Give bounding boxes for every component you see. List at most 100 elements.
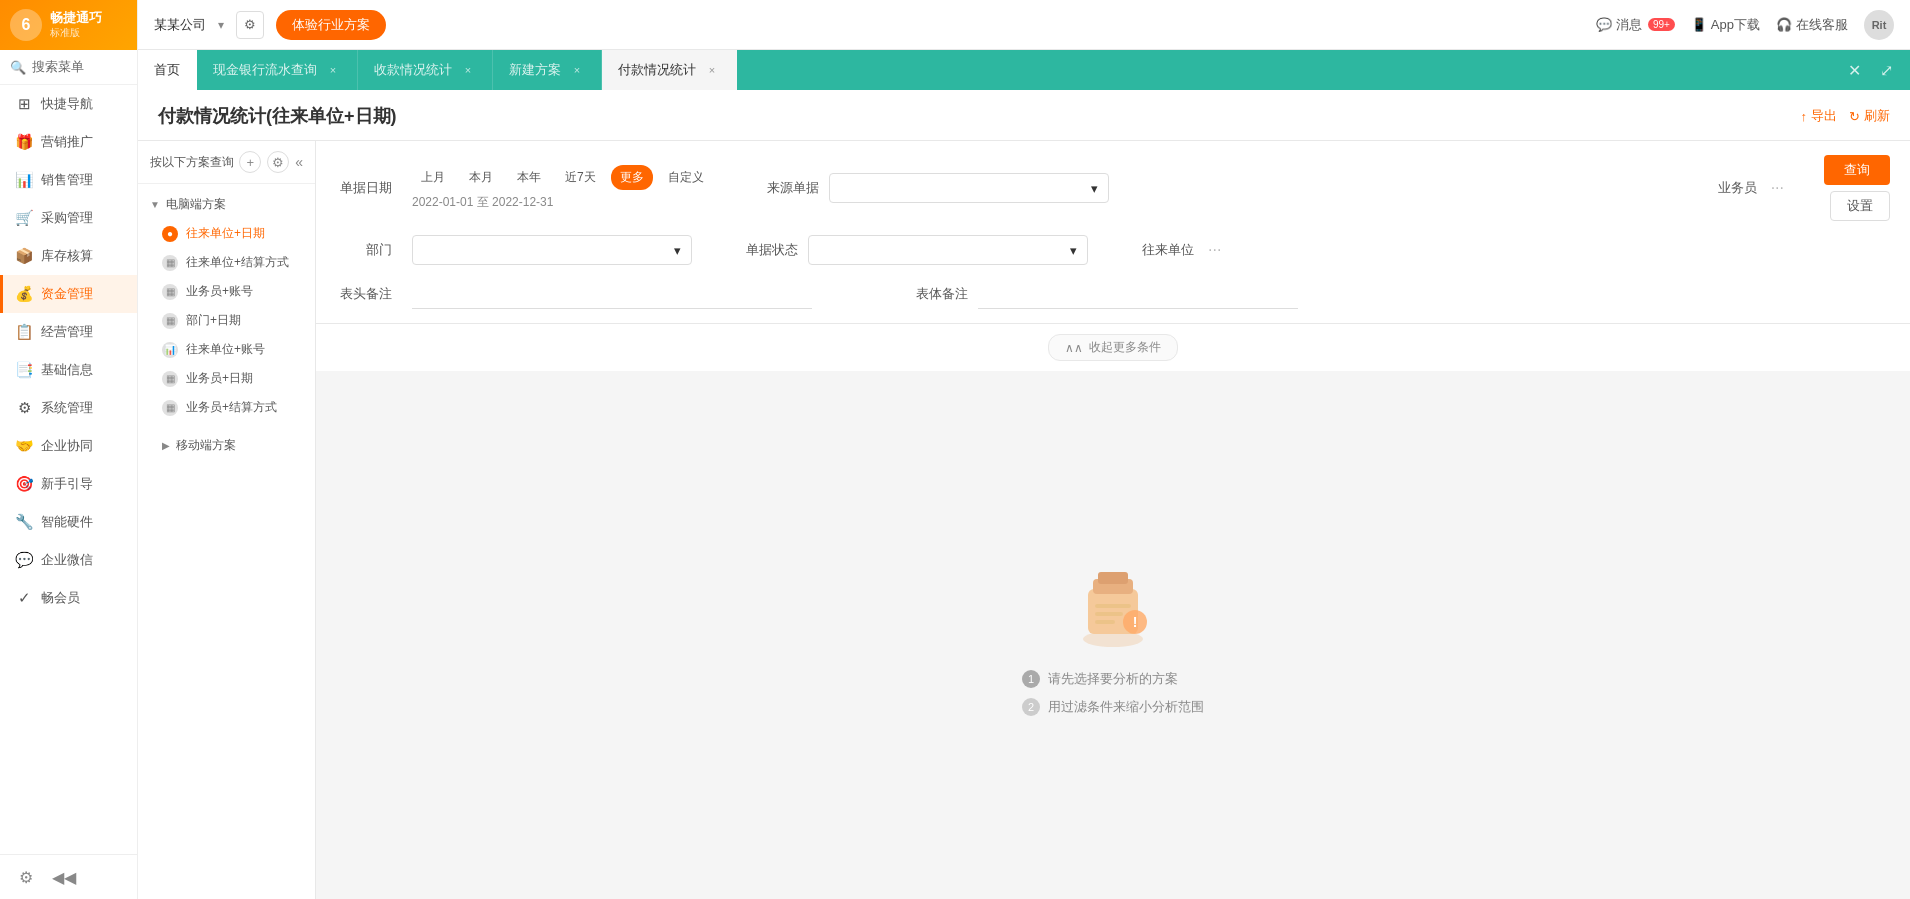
date-more[interactable]: 更多: [611, 165, 653, 190]
logo-text: 畅捷通巧 标准版: [50, 10, 102, 41]
expand-icon[interactable]: ⤢: [1874, 58, 1898, 82]
message-action[interactable]: 💬 消息 99+: [1596, 16, 1675, 34]
scheme-item-dept-date[interactable]: ▦ 部门+日期: [138, 306, 315, 335]
source-label: 来源单据: [763, 179, 819, 197]
scheme-item-partner-settlement[interactable]: ▦ 往来单位+结算方式: [138, 248, 315, 277]
date-options: 上月 本月 本年 近7天 更多 自定义: [412, 165, 713, 190]
partner-label: 往来单位: [1138, 241, 1194, 259]
sidebar-item-hardware[interactable]: 🔧 智能硬件: [0, 503, 137, 541]
tab-new-scheme-close[interactable]: ×: [569, 62, 585, 78]
company-name: 某某公司: [154, 16, 206, 34]
date-this-month[interactable]: 本月: [460, 165, 502, 190]
svg-rect-5: [1095, 612, 1123, 616]
scheme-item-partner-date[interactable]: ● 往来单位+日期: [138, 219, 315, 248]
tab-income[interactable]: 收款情况统计 ×: [358, 50, 493, 90]
sidebar: 6 畅捷通巧 标准版 🔍 搜索菜单 ⊞ 快捷导航 🎁 营销推广 📊 销售管理 🛒…: [0, 0, 138, 899]
sidebar-item-guide[interactable]: 🎯 新手引导: [0, 465, 137, 503]
scheme-settings-icon[interactable]: ⚙: [267, 151, 289, 173]
mobile-group-header[interactable]: ▶ 移动端方案: [138, 432, 315, 459]
tip-num-2: 2: [1022, 698, 1040, 716]
sidebar-item-system[interactable]: ⚙ 系统管理: [0, 389, 137, 427]
page-header-row: 付款情况统计(往来单位+日期) ↑ 导出 ↻ 刷新: [158, 104, 1890, 140]
main: 某某公司 ▾ ⚙ 体验行业方案 💬 消息 99+ 📱 App下载 🎧 在线客服 …: [138, 0, 1910, 899]
tab-new-scheme[interactable]: 新建方案 ×: [493, 50, 602, 90]
message-badge: 99+: [1648, 18, 1675, 31]
source-dropdown-icon: ▾: [1091, 181, 1098, 196]
export-btn[interactable]: ↑ 导出: [1801, 107, 1838, 125]
date-custom[interactable]: 自定义: [659, 165, 713, 190]
empty-tip-2: 2 用过滤条件来缩小分析范围: [1022, 698, 1204, 716]
sidebar-item-finance[interactable]: 💰 资金管理: [0, 275, 137, 313]
tab-bank[interactable]: 现金银行流水查询 ×: [197, 50, 358, 90]
scheme-sidebar: 按以下方案查询 + ⚙ « ▼ 电脑端方案 ● 往来单位+日期: [138, 141, 316, 899]
trial-btn[interactable]: 体验行业方案: [276, 10, 386, 40]
query-button[interactable]: 查询: [1824, 155, 1890, 185]
scheme-item-partner-account[interactable]: 📊 往来单位+账号: [138, 335, 315, 364]
sales-icon: 📊: [15, 171, 33, 189]
filter-panel: 单据日期 上月 本月 本年 近7天 更多 自定义 2022-01-01 至 20…: [316, 141, 1910, 324]
svg-rect-6: [1095, 620, 1115, 624]
sidebar-item-purchase[interactable]: 🛒 采购管理: [0, 199, 137, 237]
sidebar-item-quick-nav[interactable]: ⊞ 快捷导航: [0, 85, 137, 123]
company-dropdown-icon[interactable]: ▾: [218, 18, 224, 32]
note-body-input[interactable]: [978, 279, 1298, 309]
tip-num-1: 1: [1022, 670, 1040, 688]
scheme-item-salesperson-settlement[interactable]: ▦ 业务员+结算方式: [138, 393, 315, 422]
collapse-more-conditions-btn[interactable]: ∧∧ 收起更多条件: [1048, 334, 1178, 361]
add-scheme-icon[interactable]: +: [239, 151, 261, 173]
svg-text:!: !: [1133, 614, 1138, 630]
tab-income-close[interactable]: ×: [460, 62, 476, 78]
settings-button[interactable]: 设置: [1830, 191, 1890, 221]
sidebar-item-basic-info[interactable]: 📑 基础信息: [0, 351, 137, 389]
search-menu[interactable]: 🔍 搜索菜单: [0, 50, 137, 85]
date-this-year[interactable]: 本年: [508, 165, 550, 190]
tabbar: 首页 现金银行流水查询 × 收款情况统计 × 新建方案 × 付款情况统计 × ✕…: [138, 50, 1910, 90]
date-range: 2022-01-01 至 2022-12-31: [412, 194, 713, 211]
page-header-actions: ↑ 导出 ↻ 刷新: [1801, 107, 1891, 125]
empty-icon: !: [1063, 554, 1163, 654]
tab-payment-stats-close[interactable]: ×: [704, 62, 720, 78]
sidebar-item-operation[interactable]: 📋 经营管理: [0, 313, 137, 351]
sidebar-item-enterprise[interactable]: 🤝 企业协同: [0, 427, 137, 465]
sidebar-item-wechat[interactable]: 💬 企业微信: [0, 541, 137, 579]
app-download-action[interactable]: 📱 App下载: [1691, 16, 1760, 34]
hardware-icon: 🔧: [15, 513, 33, 531]
note-header-input[interactable]: [412, 279, 812, 309]
online-service-action[interactable]: 🎧 在线客服: [1776, 16, 1848, 34]
dept-select[interactable]: ▾: [412, 235, 692, 265]
logo-icon: 6: [10, 9, 42, 41]
page-content: 付款情况统计(往来单位+日期) ↑ 导出 ↻ 刷新 按以下方案查询: [138, 90, 1910, 899]
collapse-sidebar-icon[interactable]: ◀◀: [50, 863, 78, 891]
date-last-month[interactable]: 上月: [412, 165, 454, 190]
topbar-settings-icon[interactable]: ⚙: [236, 11, 264, 39]
desktop-group-header[interactable]: ▼ 电脑端方案: [138, 190, 315, 219]
sidebar-logo[interactable]: 6 畅捷通巧 标准版: [0, 0, 137, 50]
sidebar-item-inventory[interactable]: 📦 库存核算: [0, 237, 137, 275]
receipt-status-select[interactable]: ▾: [808, 235, 1088, 265]
sidebar-item-sales[interactable]: 📊 销售管理: [0, 161, 137, 199]
filter-row-1: 单据日期 上月 本月 本年 近7天 更多 自定义 2022-01-01 至 20…: [336, 155, 1890, 221]
tab-bank-close[interactable]: ×: [325, 62, 341, 78]
source-select[interactable]: ▾: [829, 173, 1109, 203]
scheme-icon-salesperson-date: ▦: [162, 371, 178, 387]
scheme-item-salesperson-account[interactable]: ▦ 业务员+账号: [138, 277, 315, 306]
tab-payment-stats[interactable]: 付款情况统计 ×: [602, 50, 737, 90]
tab-home[interactable]: 首页: [138, 50, 197, 90]
dept-label: 部门: [336, 241, 392, 259]
export-icon: ↑: [1801, 109, 1808, 124]
member-icon: ✓: [15, 589, 33, 607]
collapse-scheme-btn[interactable]: «: [295, 154, 303, 170]
user-avatar[interactable]: Rit: [1864, 10, 1894, 40]
refresh-btn[interactable]: ↻ 刷新: [1849, 107, 1890, 125]
sidebar-item-member[interactable]: ✓ 畅会员: [0, 579, 137, 617]
close-all-tabs-icon[interactable]: ✕: [1842, 58, 1866, 82]
operation-icon: 📋: [15, 323, 33, 341]
settings-bottom-icon[interactable]: ⚙: [12, 863, 40, 891]
guide-icon: 🎯: [15, 475, 33, 493]
filter-row-2: 部门 ▾ 单据状态 ▾ 往来单: [336, 235, 1890, 265]
date-last-7days[interactable]: 近7天: [556, 165, 605, 190]
svg-rect-3: [1098, 572, 1128, 584]
scheme-item-salesperson-date[interactable]: ▦ 业务员+日期: [138, 364, 315, 393]
sidebar-item-marketing[interactable]: 🎁 营销推广: [0, 123, 137, 161]
topbar: 某某公司 ▾ ⚙ 体验行业方案 💬 消息 99+ 📱 App下载 🎧 在线客服 …: [138, 0, 1910, 50]
